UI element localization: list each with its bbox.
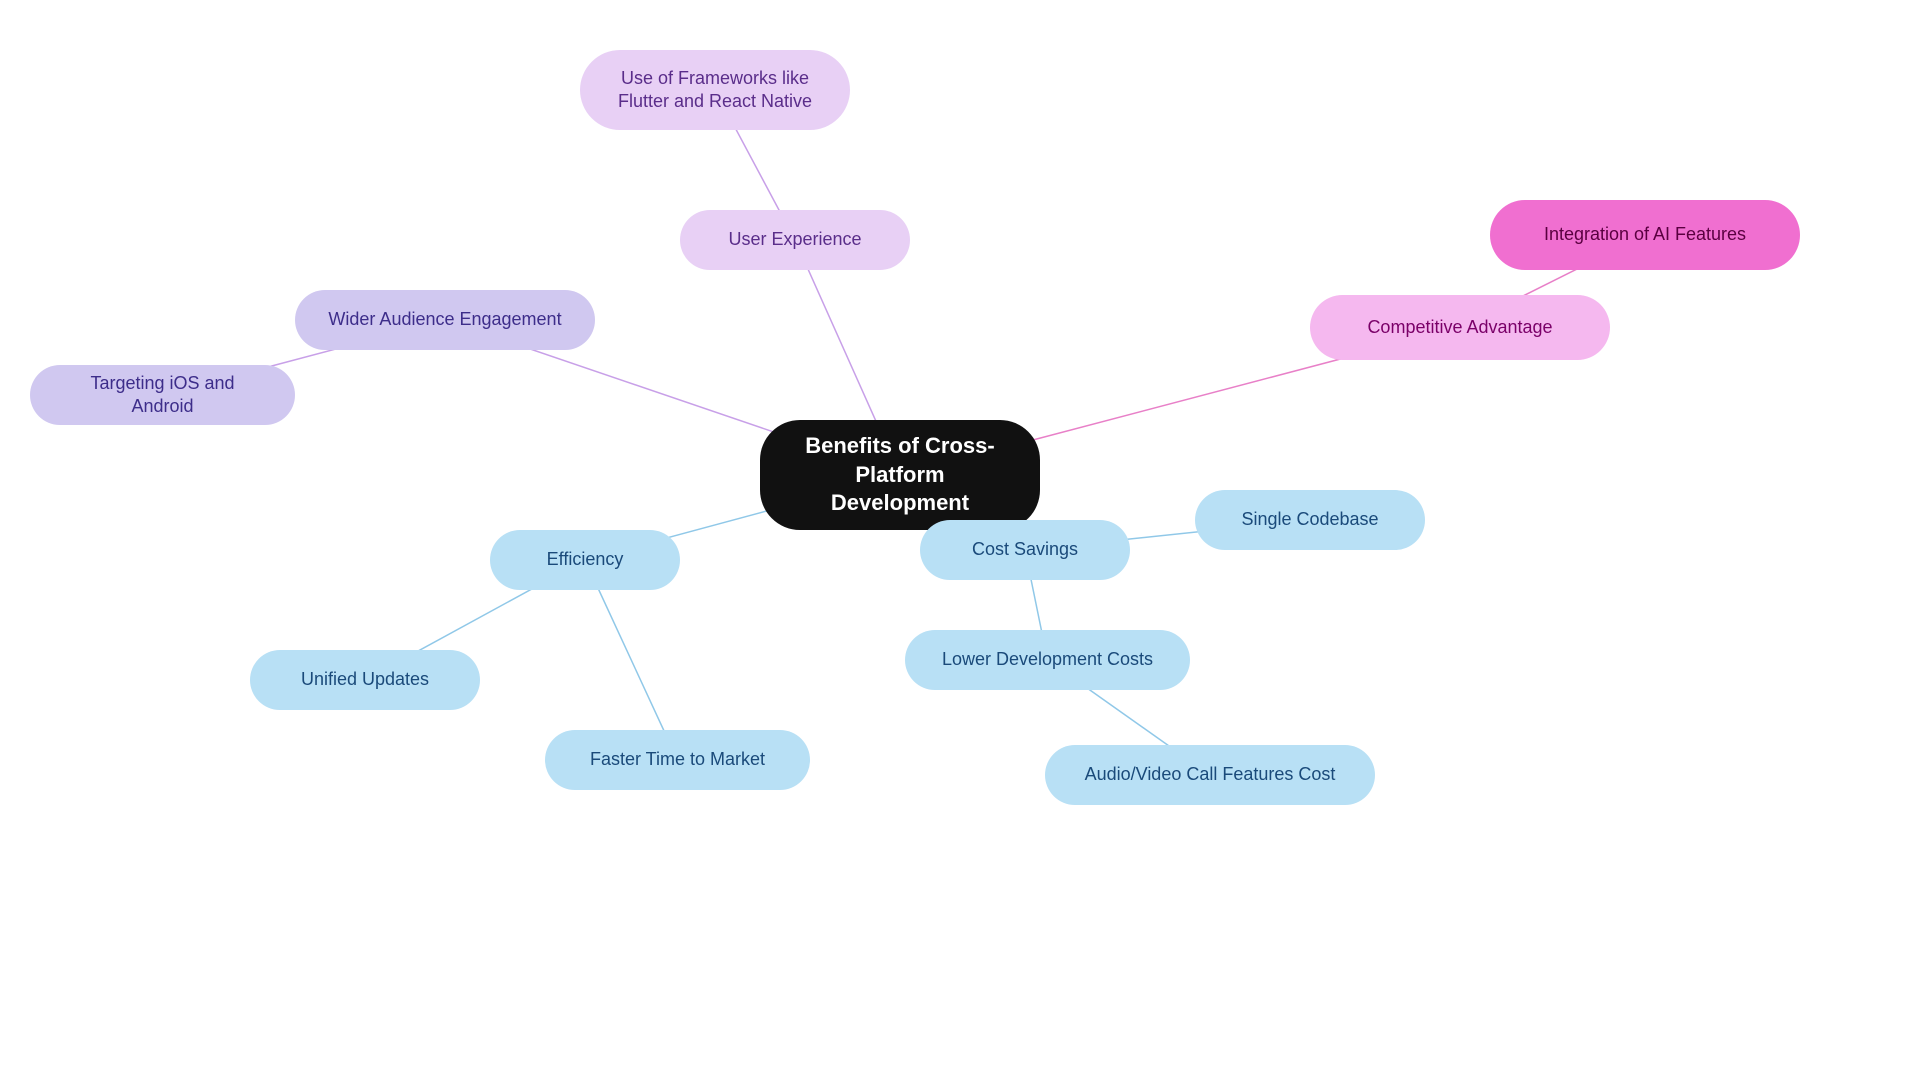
node-single-codebase: Single Codebase: [1195, 490, 1425, 550]
center-node: Benefits of Cross-Platform Development: [760, 420, 1040, 530]
node-cost-savings: Cost Savings: [920, 520, 1130, 580]
node-competitive: Competitive Advantage: [1310, 295, 1610, 360]
node-faster-time: Faster Time to Market: [545, 730, 810, 790]
node-unified-updates: Unified Updates: [250, 650, 480, 710]
node-efficiency: Efficiency: [490, 530, 680, 590]
node-frameworks: Use of Frameworks like Flutter and React…: [580, 50, 850, 130]
node-user-experience: User Experience: [680, 210, 910, 270]
node-lower-dev-costs: Lower Development Costs: [905, 630, 1190, 690]
node-audio-video: Audio/Video Call Features Cost: [1045, 745, 1375, 805]
node-integration-ai: Integration of AI Features: [1490, 200, 1800, 270]
node-targeting-ios: Targeting iOS and Android: [30, 365, 295, 425]
node-wider-audience: Wider Audience Engagement: [295, 290, 595, 350]
